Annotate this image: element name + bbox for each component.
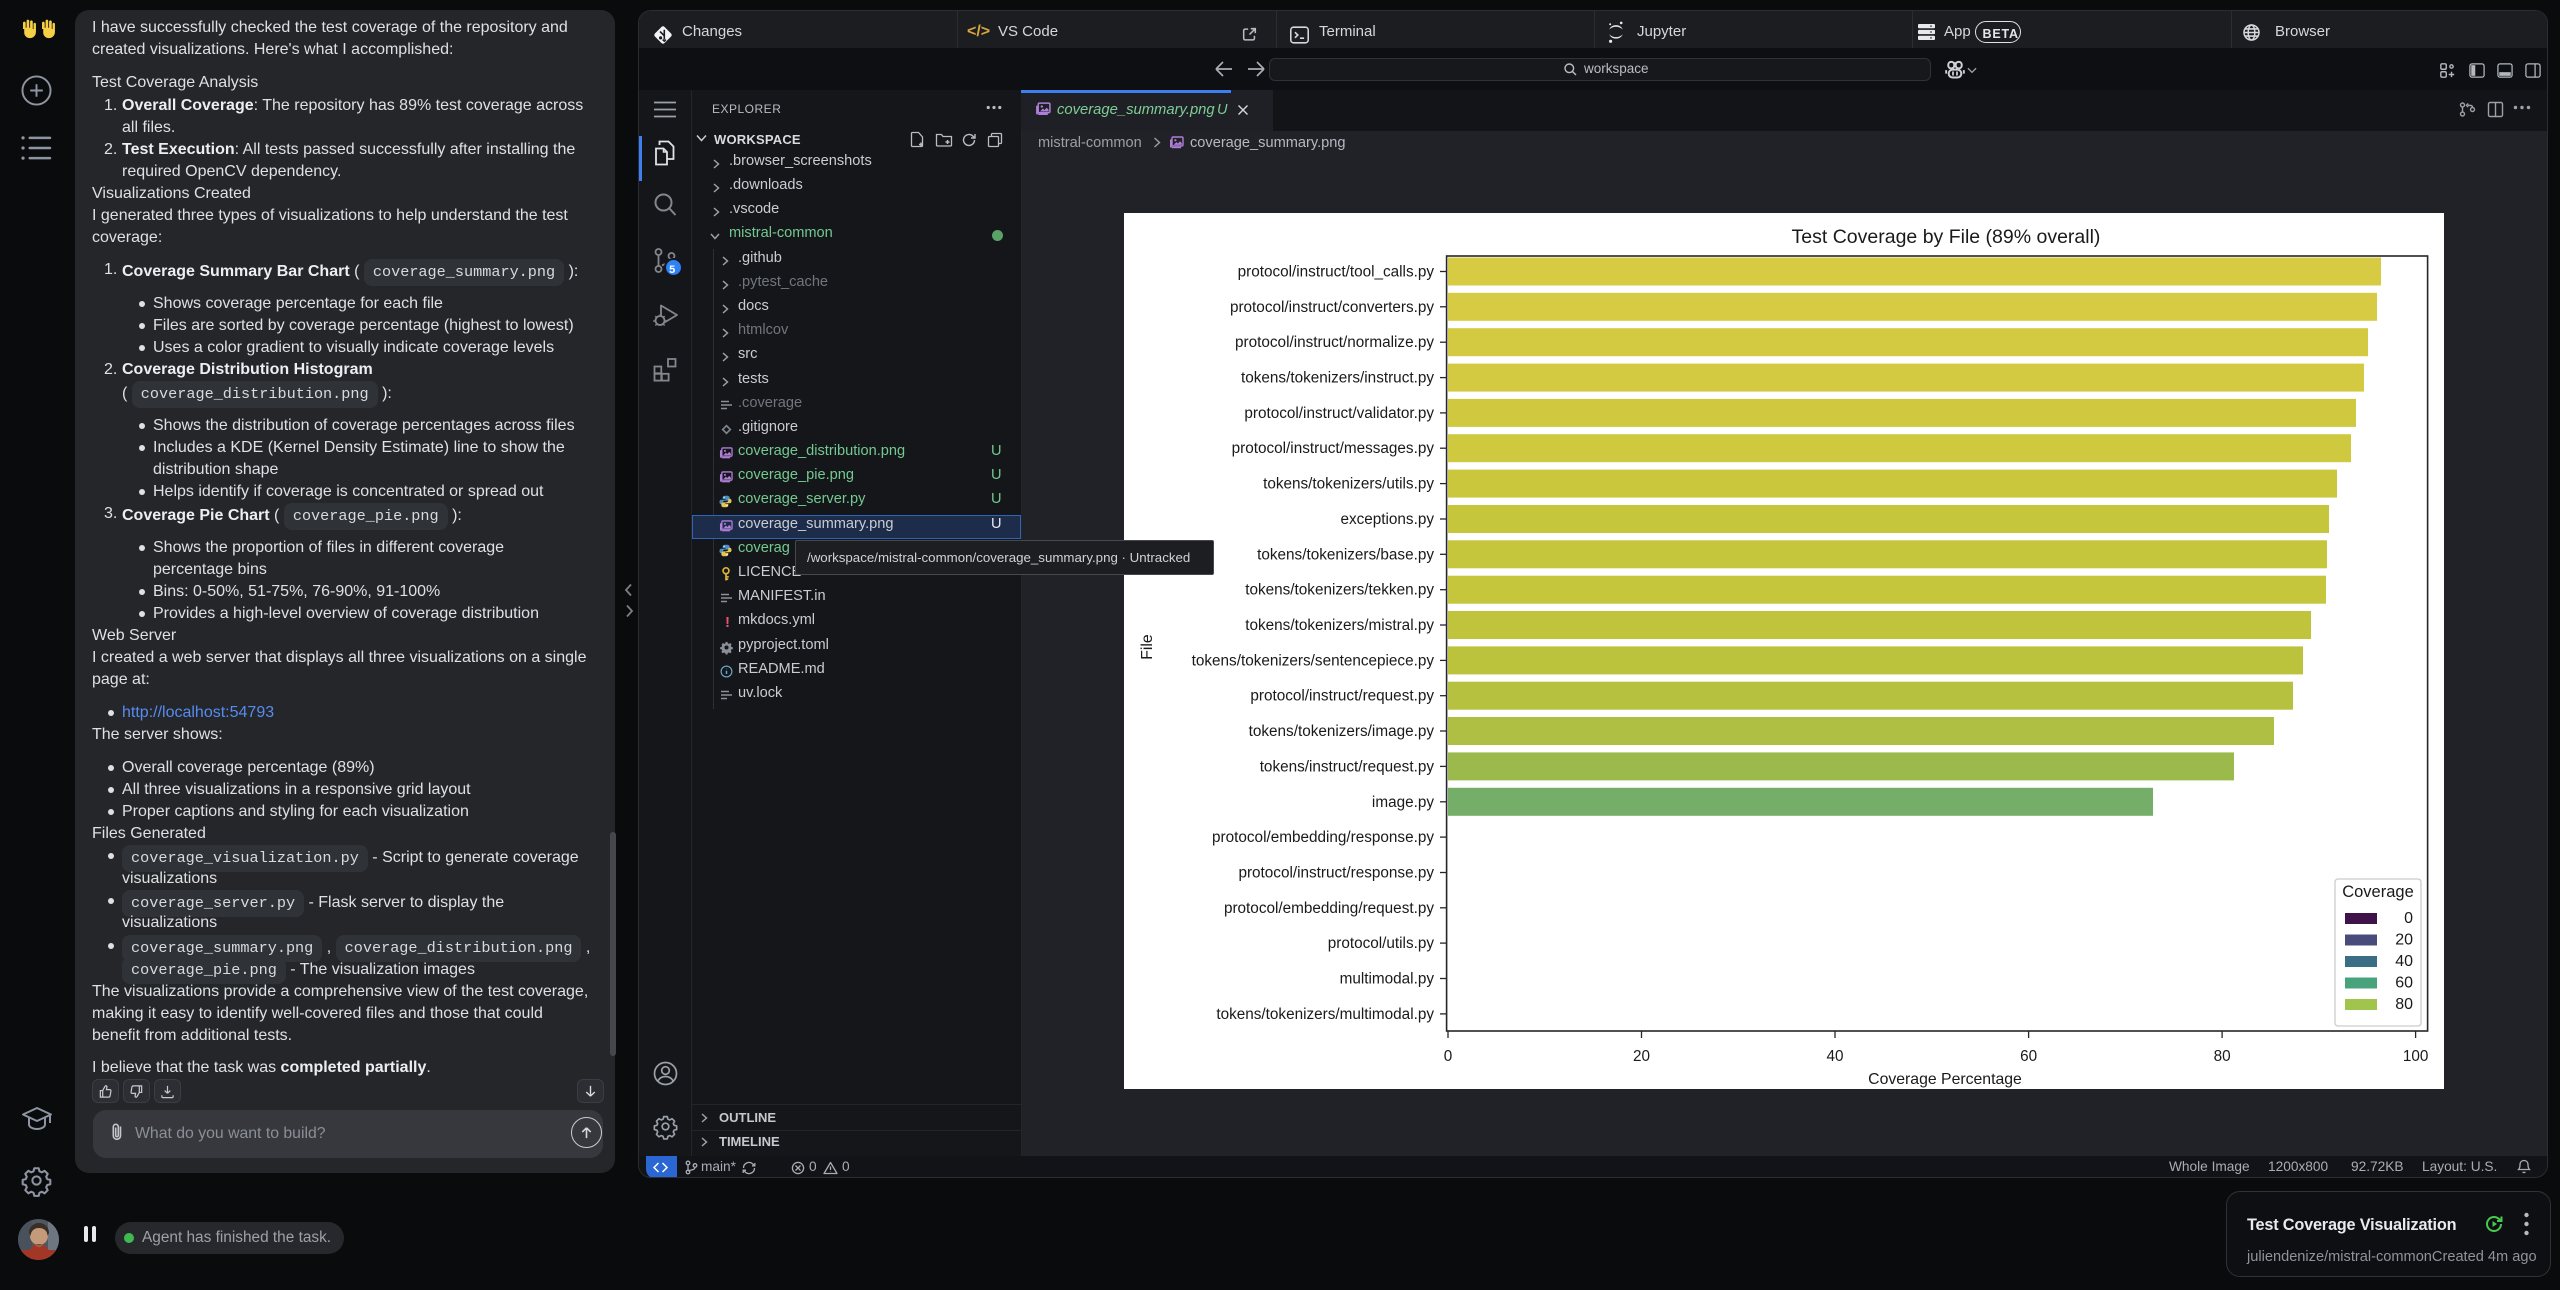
svg-text:0: 0	[2404, 910, 2413, 927]
svg-text:protocol/embedding/response.py: protocol/embedding/response.py	[1212, 829, 1434, 846]
svg-text:20: 20	[1633, 1048, 1650, 1065]
svg-text:20: 20	[2395, 932, 2413, 949]
svg-text:tokens/instruct/request.py: tokens/instruct/request.py	[1260, 758, 1435, 775]
svg-text:protocol/utils.py: protocol/utils.py	[1328, 935, 1435, 952]
svg-text:protocol/instruct/validator.py: protocol/instruct/validator.py	[1244, 405, 1434, 422]
svg-text:Test Coverage by File (89% ove: Test Coverage by File (89% overall)	[1792, 226, 2101, 248]
svg-text:40: 40	[1826, 1048, 1843, 1065]
svg-text:exceptions.py: exceptions.py	[1340, 511, 1434, 528]
svg-text:protocol/embedding/request.py: protocol/embedding/request.py	[1224, 900, 1434, 917]
svg-text:protocol/instruct/converters.p: protocol/instruct/converters.py	[1230, 299, 1434, 316]
svg-text:protocol/instruct/normalize.py: protocol/instruct/normalize.py	[1235, 334, 1434, 351]
svg-text:tokens/tokenizers/multimodal.p: tokens/tokenizers/multimodal.py	[1216, 1006, 1434, 1023]
svg-text:60: 60	[2020, 1048, 2037, 1065]
svg-text:tokens/tokenizers/image.py: tokens/tokenizers/image.py	[1249, 723, 1435, 740]
svg-text:File: File	[1139, 634, 1156, 660]
svg-text:40: 40	[2395, 953, 2413, 970]
svg-text:protocol/instruct/request.py: protocol/instruct/request.py	[1250, 688, 1434, 705]
svg-text:tokens/tokenizers/tekken.py: tokens/tokenizers/tekken.py	[1245, 582, 1434, 599]
svg-text:tokens/tokenizers/mistral.py: tokens/tokenizers/mistral.py	[1245, 617, 1434, 634]
svg-text:60: 60	[2395, 975, 2413, 992]
svg-text:protocol/instruct/messages.py: protocol/instruct/messages.py	[1232, 440, 1435, 457]
svg-text:100: 100	[2403, 1048, 2429, 1065]
svg-text:tokens/tokenizers/sentencepiec: tokens/tokenizers/sentencepiece.py	[1192, 652, 1435, 669]
svg-text:protocol/instruct/response.py: protocol/instruct/response.py	[1238, 865, 1434, 882]
svg-text:0: 0	[1444, 1048, 1453, 1065]
svg-text:80: 80	[2214, 1048, 2231, 1065]
svg-text:protocol/instruct/tool_calls.p: protocol/instruct/tool_calls.py	[1238, 264, 1435, 281]
svg-text:tokens/tokenizers/base.py: tokens/tokenizers/base.py	[1257, 546, 1434, 563]
svg-text:image.py: image.py	[1372, 794, 1434, 811]
svg-text:multimodal.py: multimodal.py	[1340, 971, 1435, 988]
svg-text:80: 80	[2395, 996, 2413, 1013]
svg-text:tokens/tokenizers/instruct.py: tokens/tokenizers/instruct.py	[1241, 370, 1434, 387]
svg-text:Coverage: Coverage	[2342, 883, 2414, 901]
svg-text:Coverage Percentage: Coverage Percentage	[1868, 1071, 2022, 1088]
svg-text:tokens/tokenizers/utils.py: tokens/tokenizers/utils.py	[1263, 476, 1434, 493]
